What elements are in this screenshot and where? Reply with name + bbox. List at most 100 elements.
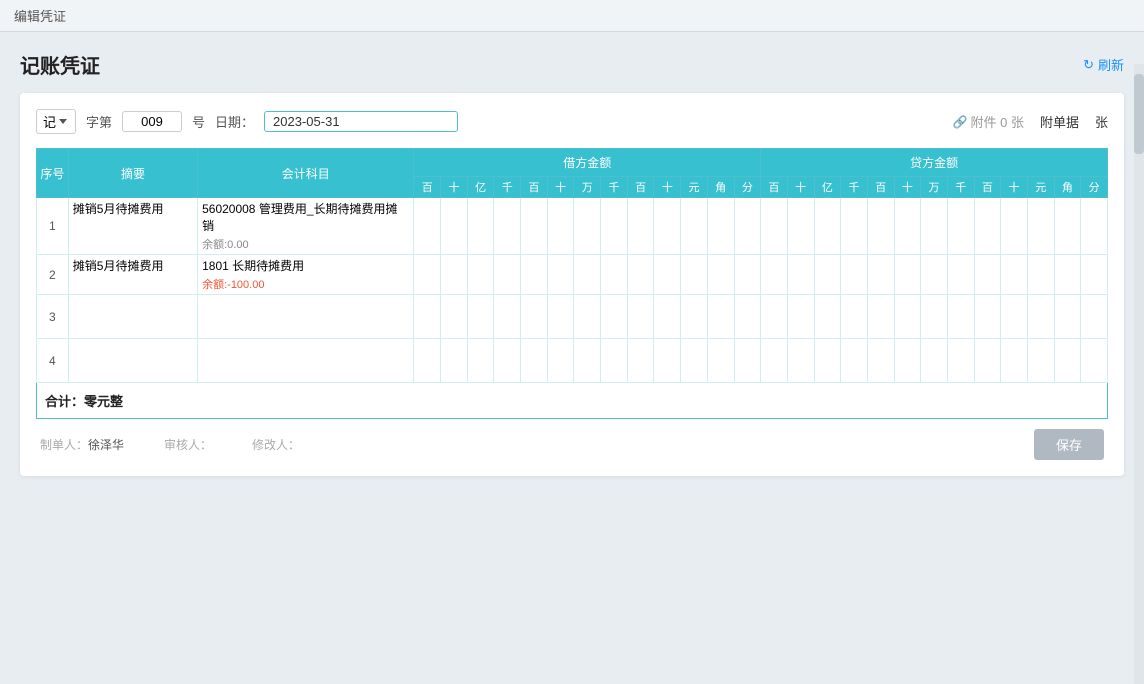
- refresh-button[interactable]: ↻ 刷新: [1083, 55, 1124, 74]
- cell-debit-12[interactable]: [734, 255, 761, 295]
- cell-debit-9[interactable]: [654, 339, 681, 383]
- cell-summary[interactable]: [68, 295, 197, 339]
- date-input[interactable]: [264, 111, 458, 132]
- cell-credit-12[interactable]: [1081, 339, 1108, 383]
- cell-debit-3[interactable]: [494, 339, 521, 383]
- cell-credit-12[interactable]: [1081, 255, 1108, 295]
- cell-debit-9[interactable]: [654, 295, 681, 339]
- cell-credit-9[interactable]: [1001, 255, 1028, 295]
- cell-credit-5[interactable]: [894, 295, 921, 339]
- cell-credit-7[interactable]: [947, 295, 974, 339]
- cell-debit-8[interactable]: [627, 198, 654, 255]
- cell-debit-12[interactable]: [734, 295, 761, 339]
- cell-credit-0[interactable]: [761, 198, 788, 255]
- cell-credit-6[interactable]: [921, 255, 948, 295]
- cell-credit-5[interactable]: [894, 255, 921, 295]
- cell-debit-11[interactable]: [707, 198, 734, 255]
- cell-summary[interactable]: 摊销5月待摊费用: [68, 255, 197, 295]
- cell-credit-12[interactable]: [1081, 198, 1108, 255]
- cell-credit-5[interactable]: [894, 339, 921, 383]
- cell-credit-4[interactable]: [867, 255, 894, 295]
- cell-debit-11[interactable]: [707, 255, 734, 295]
- cell-credit-4[interactable]: [867, 198, 894, 255]
- cell-account[interactable]: 1801 长期待摊费用余额:-100.00: [198, 255, 414, 295]
- cell-credit-6[interactable]: [921, 339, 948, 383]
- cell-credit-1[interactable]: [787, 295, 814, 339]
- table-row[interactable]: 1摊销5月待摊费用56020008 管理费用_长期待摊费用摊销余额:0.00: [37, 198, 1108, 255]
- cell-debit-2[interactable]: [467, 198, 494, 255]
- cell-debit-6[interactable]: [574, 198, 601, 255]
- cell-debit-5[interactable]: [547, 339, 574, 383]
- cell-credit-2[interactable]: [814, 295, 841, 339]
- cell-debit-2[interactable]: [467, 255, 494, 295]
- fudanju-label[interactable]: 附单据: [1040, 112, 1079, 131]
- cell-debit-7[interactable]: [601, 295, 628, 339]
- cell-debit-10[interactable]: [681, 339, 708, 383]
- cell-debit-1[interactable]: [441, 255, 468, 295]
- cell-credit-10[interactable]: [1027, 339, 1054, 383]
- cell-credit-9[interactable]: [1001, 339, 1028, 383]
- cell-debit-12[interactable]: [734, 198, 761, 255]
- cell-credit-0[interactable]: [761, 339, 788, 383]
- cell-debit-10[interactable]: [681, 255, 708, 295]
- cell-credit-9[interactable]: [1001, 198, 1028, 255]
- cell-credit-10[interactable]: [1027, 255, 1054, 295]
- save-button[interactable]: 保存: [1034, 429, 1104, 460]
- cell-debit-1[interactable]: [441, 339, 468, 383]
- cell-credit-7[interactable]: [947, 255, 974, 295]
- cell-credit-8[interactable]: [974, 339, 1001, 383]
- cell-debit-11[interactable]: [707, 295, 734, 339]
- cell-account[interactable]: [198, 339, 414, 383]
- cell-debit-10[interactable]: [681, 295, 708, 339]
- cell-credit-9[interactable]: [1001, 295, 1028, 339]
- cell-debit-8[interactable]: [627, 339, 654, 383]
- cell-debit-0[interactable]: [414, 295, 441, 339]
- cell-debit-9[interactable]: [654, 198, 681, 255]
- cell-credit-3[interactable]: [841, 295, 868, 339]
- cell-credit-6[interactable]: [921, 198, 948, 255]
- cell-credit-0[interactable]: [761, 295, 788, 339]
- cell-credit-11[interactable]: [1054, 339, 1081, 383]
- cell-debit-6[interactable]: [574, 255, 601, 295]
- cell-debit-10[interactable]: [681, 198, 708, 255]
- cell-debit-2[interactable]: [467, 295, 494, 339]
- cell-summary[interactable]: 摊销5月待摊费用: [68, 198, 197, 255]
- cell-debit-8[interactable]: [627, 255, 654, 295]
- cell-credit-8[interactable]: [974, 198, 1001, 255]
- cell-credit-11[interactable]: [1054, 295, 1081, 339]
- scrollbar-thumb[interactable]: [1134, 74, 1144, 154]
- cell-debit-1[interactable]: [441, 198, 468, 255]
- cell-credit-11[interactable]: [1054, 255, 1081, 295]
- cell-credit-3[interactable]: [841, 339, 868, 383]
- cell-debit-5[interactable]: [547, 295, 574, 339]
- cell-debit-9[interactable]: [654, 255, 681, 295]
- cell-credit-3[interactable]: [841, 255, 868, 295]
- cell-credit-6[interactable]: [921, 295, 948, 339]
- cell-credit-12[interactable]: [1081, 295, 1108, 339]
- cell-summary[interactable]: [68, 339, 197, 383]
- cell-credit-1[interactable]: [787, 339, 814, 383]
- cell-account[interactable]: [198, 295, 414, 339]
- cell-credit-7[interactable]: [947, 198, 974, 255]
- table-row[interactable]: 2摊销5月待摊费用1801 长期待摊费用余额:-100.00: [37, 255, 1108, 295]
- cell-debit-3[interactable]: [494, 255, 521, 295]
- cell-debit-1[interactable]: [441, 295, 468, 339]
- cell-debit-4[interactable]: [521, 255, 548, 295]
- cell-credit-1[interactable]: [787, 198, 814, 255]
- cell-credit-3[interactable]: [841, 198, 868, 255]
- cell-credit-7[interactable]: [947, 339, 974, 383]
- cell-debit-6[interactable]: [574, 339, 601, 383]
- cell-credit-8[interactable]: [974, 295, 1001, 339]
- cell-credit-5[interactable]: [894, 198, 921, 255]
- zi-input[interactable]: [122, 111, 182, 132]
- table-row[interactable]: 3: [37, 295, 1108, 339]
- table-row[interactable]: 4: [37, 339, 1108, 383]
- cell-debit-6[interactable]: [574, 295, 601, 339]
- cell-debit-5[interactable]: [547, 255, 574, 295]
- cell-credit-10[interactable]: [1027, 198, 1054, 255]
- cell-debit-3[interactable]: [494, 295, 521, 339]
- ji-select[interactable]: 记: [36, 109, 76, 134]
- cell-credit-4[interactable]: [867, 295, 894, 339]
- cell-debit-3[interactable]: [494, 198, 521, 255]
- scrollbar[interactable]: [1134, 64, 1144, 684]
